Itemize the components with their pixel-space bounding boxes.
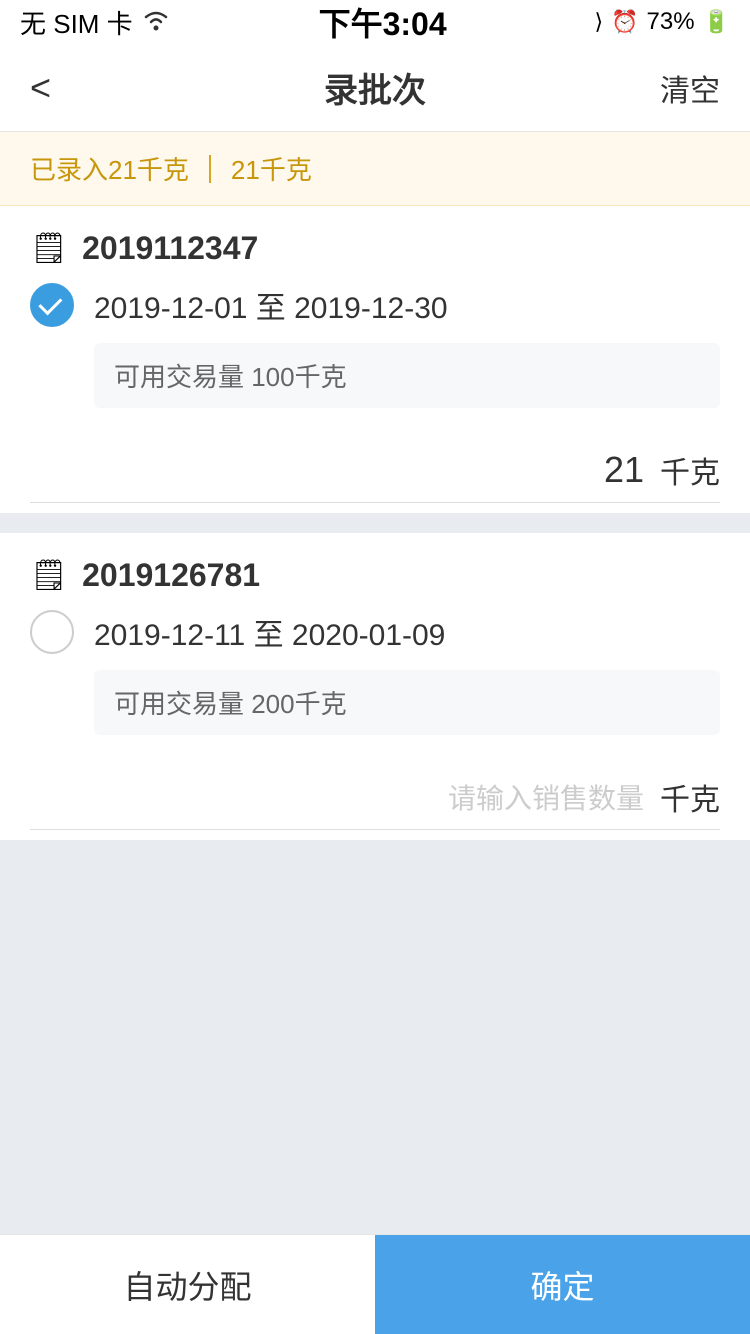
doc-icon-2: 🗒 bbox=[30, 558, 68, 593]
alarm-icon: ⏰ bbox=[611, 9, 638, 35]
batch1-underline bbox=[30, 502, 720, 503]
batch2-header: 🗒 2019126781 bbox=[30, 557, 720, 594]
batch-item-2: 🗒 2019126781 2019-12-11 至 2020-01-09 可用交… bbox=[0, 533, 750, 759]
batch1-qty-value: 21 bbox=[604, 449, 644, 491]
batch1-row[interactable]: 2019-12-01 至 2019-12-30 bbox=[30, 283, 720, 327]
nav-bar: < 录批次 清空 bbox=[0, 44, 750, 132]
bottom-bar: 自动分配 确定 bbox=[0, 1234, 750, 1334]
batch2-radio[interactable] bbox=[30, 610, 74, 654]
batch2-input-placeholder: 请输入销售数量 bbox=[448, 777, 644, 817]
status-bar: 无 SIM 卡 下午3:04 ⟩ ⏰ 73% 🔋 bbox=[0, 0, 750, 44]
info-banner: 已录入21千克 21千克 bbox=[0, 132, 750, 206]
doc-icon-1: 🗒 bbox=[30, 231, 68, 266]
status-right: ⟩ ⏰ 73% 🔋 bbox=[595, 8, 730, 36]
batch2-date: 2019-12-11 至 2020-01-09 bbox=[94, 610, 445, 654]
batch1-header: 🗒 2019112347 bbox=[30, 230, 720, 267]
info-divider bbox=[209, 155, 211, 183]
auto-distribute-button[interactable]: 自动分配 bbox=[0, 1235, 375, 1334]
batch1-id: 2019112347 bbox=[82, 230, 258, 267]
page-title: 录批次 bbox=[324, 63, 426, 112]
info-label1: 已录入21千克 bbox=[30, 150, 189, 187]
auto-distribute-label: 自动分配 bbox=[123, 1262, 251, 1308]
confirm-label: 确定 bbox=[530, 1262, 594, 1308]
battery-text: 73% bbox=[647, 8, 695, 36]
battery-icon: 🔋 bbox=[703, 9, 730, 35]
batch1-qty-row: 21 千克 bbox=[30, 442, 720, 498]
status-left: 无 SIM 卡 bbox=[20, 4, 171, 41]
batch1-date: 2019-12-01 至 2019-12-30 bbox=[94, 283, 448, 327]
batch1-radio[interactable] bbox=[30, 283, 74, 327]
section-divider bbox=[0, 513, 750, 533]
confirm-button[interactable]: 确定 bbox=[375, 1235, 750, 1334]
batch1-qty-container: 21 千克 bbox=[0, 432, 750, 513]
batch2-underline bbox=[30, 829, 720, 830]
batch1-qty-unit: 千克 bbox=[660, 448, 720, 492]
batch2-input-container: 请输入销售数量 千克 bbox=[0, 759, 750, 840]
time-display: 下午3:04 bbox=[319, 0, 447, 45]
batch2-id: 2019126781 bbox=[82, 557, 260, 594]
location-icon: ⟩ bbox=[595, 9, 604, 35]
batch2-input-unit: 千克 bbox=[660, 775, 720, 819]
wifi-icon bbox=[141, 7, 171, 38]
batch-item-1: 🗒 2019112347 2019-12-01 至 2019-12-30 可用交… bbox=[0, 206, 750, 432]
back-button[interactable]: < bbox=[30, 67, 90, 109]
batch2-input-row[interactable]: 请输入销售数量 千克 bbox=[30, 769, 720, 825]
carrier-text: 无 SIM 卡 bbox=[20, 4, 133, 41]
batch2-avail: 可用交易量 200千克 bbox=[94, 670, 720, 735]
batch2-row[interactable]: 2019-12-11 至 2020-01-09 bbox=[30, 610, 720, 654]
batch1-avail: 可用交易量 100千克 bbox=[94, 343, 720, 408]
info-label2: 21千克 bbox=[231, 150, 312, 187]
clear-button[interactable]: 清空 bbox=[660, 66, 720, 110]
